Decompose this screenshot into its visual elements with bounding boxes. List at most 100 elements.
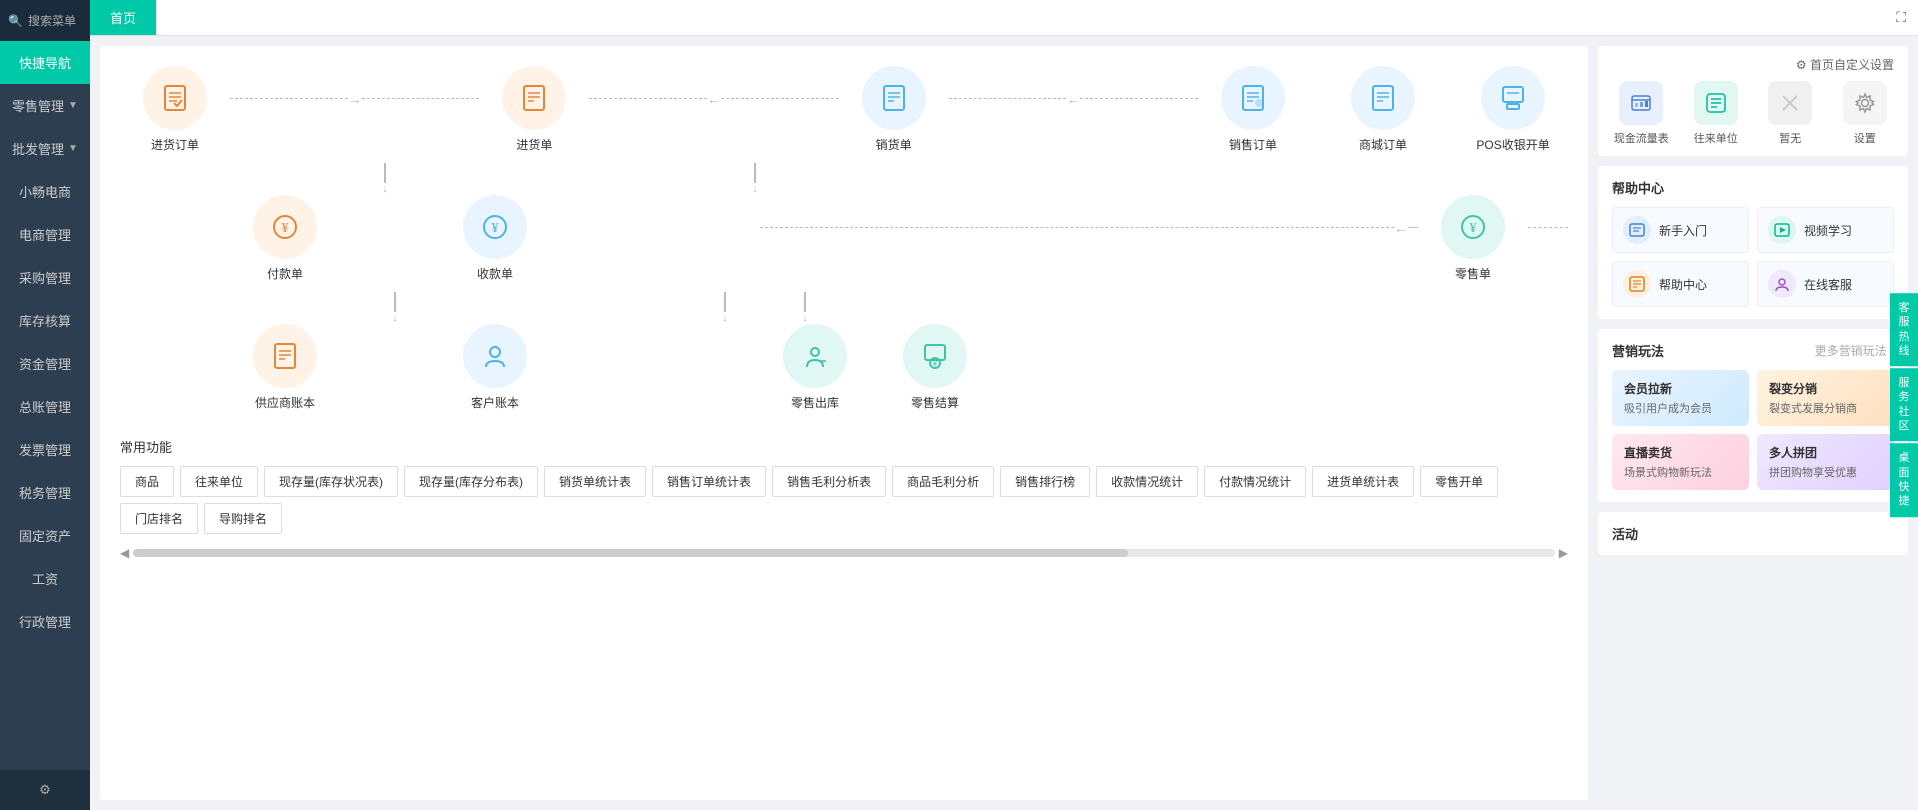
sidebar-settings-button[interactable]: ⚙ [0,770,90,810]
arrow-right-1b [362,98,480,99]
supplier-ledger-icon[interactable] [253,324,317,388]
quick-nav-settings[interactable]: ⚙ 首页自定义设置 [1612,56,1894,73]
qn-item-settings[interactable]: 设置 [1836,81,1895,146]
marketing-section: 营销玩法 更多营销玩法 › 会员拉新 吸引用户成为会员 裂变分销 裂变式发展分销… [1598,329,1908,502]
retail-settlement-icon[interactable]: ¥ [903,324,967,388]
flow-row-2: ¥ 付款单 ¥ 收款单 [120,195,1568,282]
help-item-video[interactable]: 视频学习 [1757,207,1894,253]
tab-home[interactable]: 首页 [90,0,157,35]
scroll-left-arrow[interactable]: ◀ [120,546,129,560]
online-service-icon [1768,270,1796,298]
sidebar: 🔍 搜索菜单 快捷导航 零售管理 ▼ 批发管理 ▼ 小畅电商 电商管理 采购管理… [0,0,90,810]
sidebar-item-salary[interactable]: 工资 [0,557,90,600]
func-btn-5[interactable]: 销售订单统计表 [652,466,766,497]
maximize-button[interactable]: ⛶ [1884,9,1918,26]
sidebar-item-ecommerce-mgmt[interactable]: 电商管理 [0,213,90,256]
func-btn-14[interactable]: 导购排名 [204,503,282,534]
svg-text:¥: ¥ [492,221,499,236]
func-btn-11[interactable]: 进货单统计表 [1312,466,1414,497]
func-btn-0[interactable]: 商品 [120,466,174,497]
sidebar-item-admin[interactable]: 行政管理 [0,600,90,643]
arrow-2: ← [707,91,721,129]
func-grid: 商品往来单位现存量(库存状况表)现存量(库存分布表)销货单统计表销售订单统计表销… [120,466,1568,534]
purchase-icon[interactable] [502,66,566,130]
arrow-1: → [348,91,362,129]
flow-diagram: 进货订单 → 进货单 ← [120,66,1568,421]
dashed-retail-right [760,227,1394,228]
marketing-header: 营销玩法 更多营销玩法 › [1612,341,1894,360]
sidebar-item-ledger[interactable]: 总账管理 [0,385,90,428]
help-item-beginner[interactable]: 新手入门 [1612,207,1749,253]
content-area: 进货订单 → 进货单 ← [90,36,1918,810]
flow-node-retail-settlement: ¥ 零售结算 [880,324,990,411]
customer-ledger-icon[interactable] [463,324,527,388]
float-btn-service[interactable]: 客服热线 [1890,293,1918,366]
sales-order-icon[interactable] [1221,66,1285,130]
help-title: 帮助中心 [1612,178,1894,197]
dash-3a [949,98,1067,99]
sidebar-search[interactable]: 🔍 搜索菜单 [0,0,90,41]
func-btn-10[interactable]: 付款情况统计 [1204,466,1306,497]
qn-item-contacts[interactable]: 往来单位 [1687,81,1746,146]
sidebar-item-assets[interactable]: 固定资产 [0,514,90,557]
sidebar-item-wholesale[interactable]: 批发管理 ▼ [0,127,90,170]
func-btn-6[interactable]: 销售毛利分析表 [772,466,886,497]
marketing-card-live[interactable]: 直播卖货 场景式购物新玩法 [1612,434,1749,490]
scroll-right-arrow[interactable]: ▶ [1559,546,1568,560]
arrow-3: ← [1066,91,1080,129]
sidebar-item-invoice[interactable]: 发票管理 [0,428,90,471]
func-btn-7[interactable]: 商品毛利分析 [892,466,994,497]
flow-node-supplier-ledger: 供应商账本 [230,324,340,411]
retail-out-icon[interactable] [783,324,847,388]
pos-icon[interactable] [1481,66,1545,130]
func-btn-8[interactable]: 销售排行榜 [1000,466,1090,497]
flow-node-purchase-order: 进货订单 [120,66,230,153]
marketing-card-group[interactable]: 多人拼团 拼团购物享受优惠 [1757,434,1894,490]
arrow-retail: ← [1394,220,1408,258]
func-btn-4[interactable]: 销货单统计表 [544,466,646,497]
marketing-card-fission[interactable]: 裂变分销 裂变式发展分销商 [1757,370,1894,426]
func-btn-2[interactable]: 现存量(库存状况表) [264,466,398,497]
sales-icon[interactable] [862,66,926,130]
sidebar-item-purchase[interactable]: 采购管理 [0,256,90,299]
quick-nav-icons: 现金流量表 往来单位 暂无 [1612,81,1894,146]
float-btn-desktop[interactable]: 桌面快捷 [1890,444,1918,517]
vline-5 [804,292,806,312]
sidebar-item-retail[interactable]: 零售管理 ▼ [0,84,90,127]
sidebar-item-finance[interactable]: 资金管理 [0,342,90,385]
sidebar-item-inventory[interactable]: 库存核算 [0,299,90,342]
help-item-help-center[interactable]: 帮助中心 [1612,261,1749,307]
activity-title: 活动 [1612,524,1894,543]
marketing-more-link[interactable]: 更多营销玩法 › [1815,342,1894,359]
func-btn-1[interactable]: 往来单位 [180,466,258,497]
float-btn-community[interactable]: 服务社区 [1890,368,1918,441]
sidebar-item-ecommerce-small[interactable]: 小畅电商 [0,170,90,213]
help-section: 帮助中心 新手入门 视频学习 [1598,166,1908,319]
sidebar-item-tax[interactable]: 税务管理 [0,471,90,514]
purchase-order-icon[interactable] [143,66,207,130]
mall-order-icon[interactable] [1351,66,1415,130]
marketing-card-member[interactable]: 会员拉新 吸引用户成为会员 [1612,370,1749,426]
func-btn-9[interactable]: 收款情况统计 [1096,466,1198,497]
qn-item-cashflow[interactable]: 现金流量表 [1612,81,1671,146]
receipt-icon[interactable]: ¥ [463,195,527,259]
flow-node-pos: POS收银开单 [1458,66,1568,153]
search-icon: 🔍 [8,14,23,28]
scroll-bar[interactable] [133,549,1555,557]
cashflow-icon [1619,81,1663,125]
sidebar-nav-item[interactable]: 快捷导航 [0,41,90,84]
flow-node-customer-ledger: 客户账本 [440,324,550,411]
flow-node-retail: ¥ 零售单 [1418,195,1528,282]
func-btn-12[interactable]: 零售开单 [1420,466,1498,497]
settings-icon [1843,81,1887,125]
func-btn-13[interactable]: 门店排名 [120,503,198,534]
contacts-icon [1694,81,1738,125]
chevron-icon: ▼ [68,100,78,111]
flow-node-sales: 销货单 [839,66,949,153]
payment-icon[interactable]: ¥ [253,195,317,259]
help-grid: 新手入门 视频学习 帮助中心 [1612,207,1894,307]
qn-item-none[interactable]: 暂无 [1761,81,1820,146]
help-item-online-service[interactable]: 在线客服 [1757,261,1894,307]
retail-icon[interactable]: ¥ [1441,195,1505,259]
func-btn-3[interactable]: 现存量(库存分布表) [404,466,538,497]
